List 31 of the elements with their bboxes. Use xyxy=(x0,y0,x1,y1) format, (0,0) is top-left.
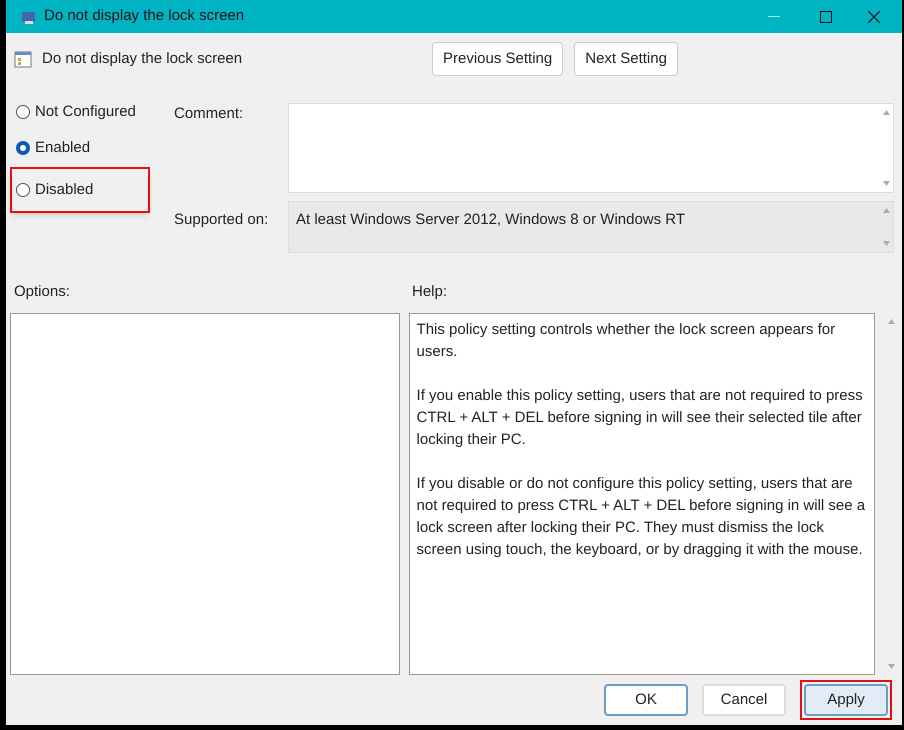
setting-title: Do not display the lock screen xyxy=(42,48,244,69)
radio-label[interactable]: Enabled xyxy=(35,136,90,160)
maximize-icon[interactable] xyxy=(820,10,832,22)
dialog-button[interactable]: OK xyxy=(604,684,688,716)
nav-button[interactable]: Next Setting xyxy=(574,42,678,76)
help-text: This policy setting controls whether the lock screen appears for users. xyxy=(416,320,836,362)
minimize-icon[interactable] xyxy=(768,16,780,18)
nav-button[interactable]: Previous Setting xyxy=(432,42,564,76)
policy-sheet-icon xyxy=(14,50,32,68)
scroll-up-icon[interactable] xyxy=(888,319,894,324)
scroll-down-icon[interactable] xyxy=(888,664,894,669)
help-text: If you enable this policy setting, users that are not required to press CTRL + ALT + DEL before signing in will see their selected tile after locking their PC. xyxy=(416,386,864,450)
options-label: Options: xyxy=(13,282,71,302)
dialog-button[interactable]: Cancel xyxy=(702,684,786,716)
radio-button[interactable] xyxy=(16,183,30,197)
window-title: Do not display the lock screen xyxy=(44,6,244,26)
supported-on-text: At least Windows Server 2012, Windows 8 or Windows RT xyxy=(295,210,686,230)
radio-button[interactable] xyxy=(16,105,30,119)
scroll-down-icon[interactable] xyxy=(882,181,890,186)
close-icon[interactable] xyxy=(868,10,880,22)
radio-label[interactable]: Disabled xyxy=(35,178,94,202)
comment-label: Comment: xyxy=(173,104,244,124)
scroll-up-icon[interactable] xyxy=(882,208,890,213)
help-label: Help: xyxy=(412,282,448,302)
help-text: If you disable or do not configure this policy setting, users that are not required to press CTRL + ALT + DEL before signing in will see a lock screen after locking their PC. They must dismiss the lock screen using touch, the keyboard, or by dragging it with the mouse. xyxy=(416,474,866,560)
radio-label[interactable]: Not Configured xyxy=(35,100,136,124)
radio-button[interactable] xyxy=(16,141,30,155)
scroll-up-icon[interactable] xyxy=(882,110,890,115)
supported-on-label: Supported on: xyxy=(173,210,270,230)
dialog-button[interactable]: Apply xyxy=(804,684,888,716)
scroll-down-icon[interactable] xyxy=(882,241,890,246)
